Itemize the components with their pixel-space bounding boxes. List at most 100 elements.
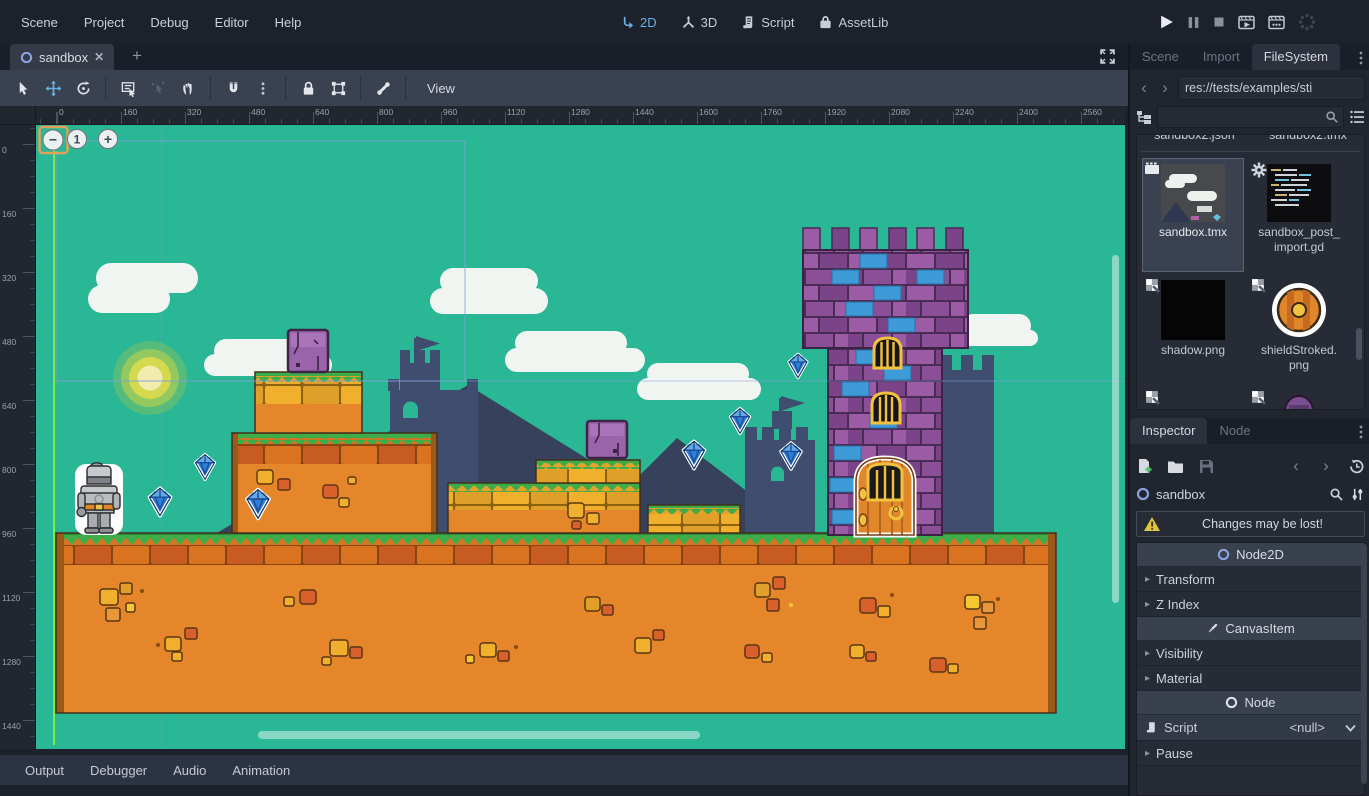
- search-input[interactable]: [1157, 106, 1344, 128]
- group-material[interactable]: ▸ Material: [1137, 666, 1364, 691]
- history-back-icon[interactable]: ‹: [1288, 456, 1304, 476]
- snap-options-button[interactable]: [250, 75, 276, 101]
- tab-node[interactable]: Node: [1207, 418, 1262, 444]
- move-locked-icon: [150, 80, 165, 94]
- workspace-2d-button[interactable]: 2D: [612, 10, 665, 35]
- toolbar-separator: [210, 77, 211, 99]
- list-select-tool-button[interactable]: [115, 75, 141, 101]
- clipped-file-row: sandbox2.json sandbox2.tmx: [1137, 135, 1364, 142]
- dock-menu-icon[interactable]: [1357, 50, 1365, 66]
- bottom-panel-animation[interactable]: Animation: [221, 759, 301, 782]
- vertical-scrollbar[interactable]: [1112, 255, 1119, 603]
- file-name: png: [1288, 358, 1310, 372]
- workspace-script-button[interactable]: Script: [733, 10, 802, 35]
- image-file-icon: [1146, 279, 1160, 293]
- file-item-sandbox-tmx[interactable]: sandbox.tmx: [1142, 158, 1244, 272]
- image-file-icon: [1252, 391, 1266, 405]
- rotate-tool-button[interactable]: [70, 75, 96, 101]
- rotate-tool-icon: [77, 80, 90, 94]
- history-forward-icon[interactable]: ›: [1318, 456, 1334, 476]
- move-locked-tool-button[interactable]: [145, 75, 171, 101]
- crate-sprite[interactable]: [585, 419, 629, 460]
- move-tool-button[interactable]: [40, 75, 66, 101]
- horizontal-scrollbar[interactable]: [258, 731, 700, 739]
- play-scene-button[interactable]: [1238, 15, 1255, 30]
- zoom-out-button[interactable]: −: [42, 129, 64, 151]
- workspace-assetlib-button[interactable]: AssetLib: [810, 10, 896, 35]
- scene-canvas[interactable]: − 1 +: [36, 125, 1125, 749]
- zoom-in-button[interactable]: +: [98, 129, 118, 149]
- distraction-free-icon[interactable]: [1099, 48, 1116, 65]
- file-item-shieldstroked-png[interactable]: shieldStroked. png: [1249, 275, 1349, 383]
- new-scene-tab-button[interactable]: +: [132, 46, 142, 66]
- group-z-index[interactable]: ▸ Z Index: [1137, 592, 1364, 617]
- pan-tool-button[interactable]: [175, 75, 201, 101]
- tab-scene[interactable]: Scene: [1130, 44, 1191, 70]
- chevron-down-icon[interactable]: [1345, 724, 1356, 732]
- lock-icon: [303, 81, 313, 95]
- play-controls: [1160, 0, 1316, 44]
- workspace-script-label: Script: [761, 14, 795, 30]
- menu-editor[interactable]: Editor: [202, 9, 262, 36]
- new-resource-icon[interactable]: [1136, 458, 1153, 475]
- select-tool-button[interactable]: [10, 75, 36, 101]
- file-item-sandbox-post-import-gd[interactable]: sandbox_post_ import.gd: [1249, 159, 1349, 271]
- menu-help[interactable]: Help: [262, 9, 315, 36]
- warning-banner[interactable]: Changes may be lost!: [1136, 511, 1365, 537]
- tab-import[interactable]: Import: [1191, 44, 1252, 70]
- file-item-shadow-png[interactable]: shadow.png: [1143, 275, 1243, 383]
- filesystem-scrollbar[interactable]: [1356, 328, 1362, 360]
- tune-icon[interactable]: [1350, 487, 1365, 502]
- path-field[interactable]: res://tests/examples/sti: [1178, 76, 1365, 100]
- knight-sprite[interactable]: [75, 462, 123, 535]
- file-name: shieldStroked.: [1260, 343, 1338, 357]
- sun-sprite[interactable]: [113, 341, 187, 415]
- file-list-panel[interactable]: sandbox2.json sandbox2.tmx sandbox.tmx s…: [1136, 134, 1365, 410]
- menu-project[interactable]: Project: [71, 9, 137, 36]
- bottom-panel-debugger[interactable]: Debugger: [79, 759, 158, 782]
- snap-toggle-button[interactable]: [220, 75, 246, 101]
- view-menu-button[interactable]: View: [415, 77, 467, 100]
- zoom-reset-button[interactable]: 1: [67, 129, 87, 149]
- group-pause[interactable]: ▸ Pause: [1137, 741, 1364, 766]
- property-value[interactable]: <null>: [1290, 720, 1325, 735]
- scene-tab-sandbox[interactable]: sandbox ✕: [10, 44, 115, 70]
- group-label: Z Index: [1156, 596, 1200, 612]
- bottom-panel-output[interactable]: Output: [14, 759, 75, 782]
- lock-object-button[interactable]: [295, 75, 321, 101]
- history-icon[interactable]: [1348, 458, 1365, 475]
- godot-editor-window: Scene Project Debug Editor Help 2D 3D Sc…: [0, 0, 1369, 796]
- group-visibility[interactable]: ▸ Visibility: [1137, 641, 1364, 666]
- save-icon[interactable]: [1198, 458, 1215, 475]
- workspace-3d-button[interactable]: 3D: [673, 10, 726, 35]
- list-view-icon[interactable]: [1349, 109, 1365, 125]
- toolbar-separator: [360, 77, 361, 99]
- property-label: Script: [1164, 720, 1198, 735]
- tab-inspector[interactable]: Inspector: [1130, 418, 1208, 444]
- ground-terrain[interactable]: [55, 532, 1057, 714]
- tab-close-icon[interactable]: ✕: [94, 50, 104, 64]
- inspector-menu-icon[interactable]: [1357, 424, 1365, 440]
- menu-scene[interactable]: Scene: [8, 9, 71, 36]
- scene-file-icon: [1145, 162, 1159, 174]
- inspector-scrollbar[interactable]: [1361, 544, 1367, 784]
- zoom-out-label: −: [49, 132, 57, 148]
- magnet-icon: [229, 81, 237, 92]
- skeleton-options-button[interactable]: [370, 75, 396, 101]
- stop-button[interactable]: [1213, 16, 1225, 28]
- nav-forward-icon[interactable]: ›: [1157, 78, 1173, 98]
- tree-mode-icon[interactable]: [1136, 109, 1152, 125]
- property-script[interactable]: Script <null>: [1137, 715, 1364, 741]
- tab-filesystem[interactable]: FileSystem: [1251, 44, 1341, 70]
- menu-debug[interactable]: Debug: [137, 9, 201, 36]
- nav-back-icon[interactable]: ‹: [1136, 78, 1152, 98]
- bottom-panel-audio[interactable]: Audio: [162, 759, 217, 782]
- play-custom-scene-button[interactable]: [1268, 15, 1285, 30]
- group-object-button[interactable]: [325, 75, 351, 101]
- play-button[interactable]: [1160, 15, 1174, 29]
- load-resource-icon[interactable]: [1167, 458, 1184, 475]
- crate-sprite[interactable]: [286, 328, 330, 374]
- group-transform[interactable]: ▸ Transform: [1137, 567, 1364, 592]
- pause-button[interactable]: [1187, 16, 1200, 29]
- search-icon[interactable]: [1329, 487, 1344, 502]
